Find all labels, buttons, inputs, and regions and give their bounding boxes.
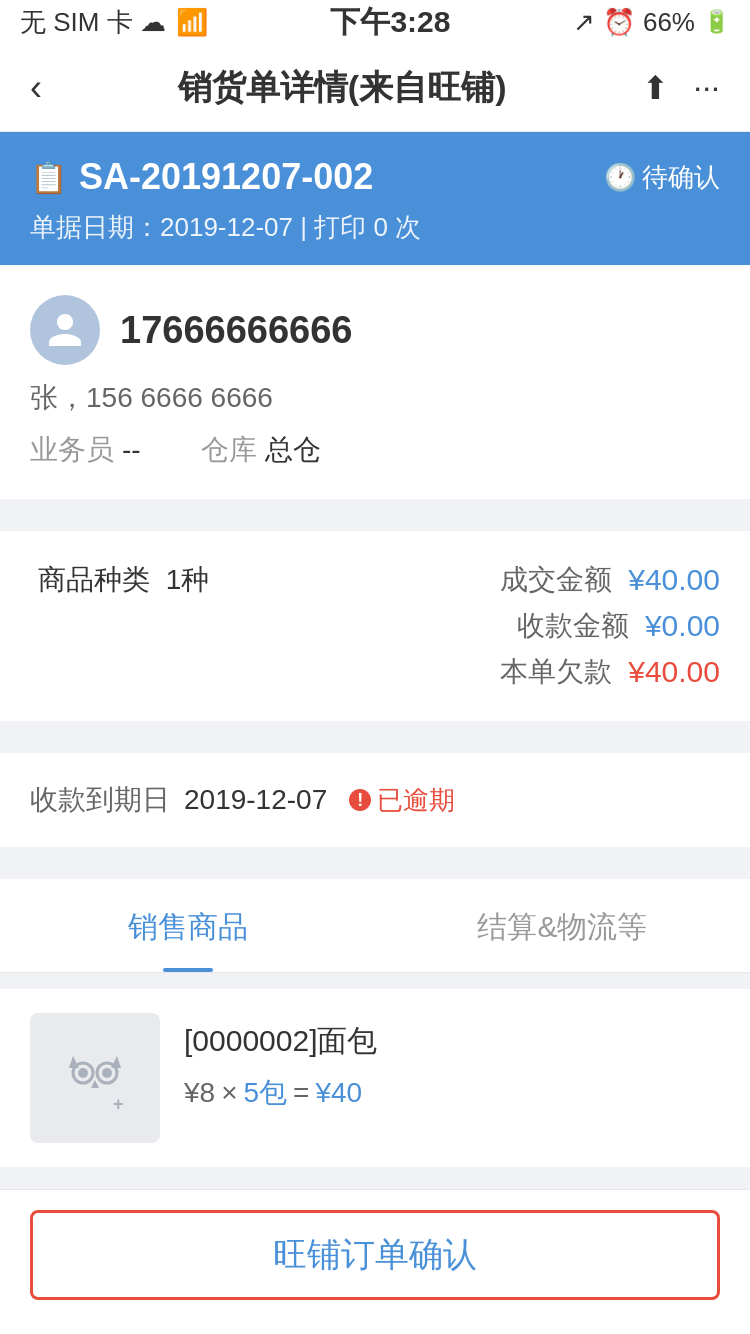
location-icon: ↗ — [573, 7, 595, 38]
order-icon: 📋 — [30, 160, 67, 195]
tabs-bar: 销售商品 结算&物流等 — [0, 879, 750, 973]
back-button[interactable]: ‹ — [30, 67, 42, 109]
nav-actions: ⬆ ··· — [642, 69, 720, 107]
transaction-row: 成交金额 ¥40.00 — [500, 561, 720, 599]
svg-point-4 — [102, 1068, 112, 1078]
product-price: ¥8 — [184, 1077, 215, 1109]
balance-label: 本单欠款 — [500, 653, 612, 691]
overdue-text: 已逾期 — [377, 783, 455, 818]
avatar-icon — [45, 310, 85, 350]
transaction-label: 成交金额 — [500, 561, 612, 599]
order-print-info: | 打印 0 次 — [300, 212, 421, 242]
product-type-label: 商品种类 — [38, 564, 150, 595]
clock-icon: 🕐 — [604, 162, 636, 193]
battery-level: 66% — [643, 7, 695, 38]
product-image: + — [30, 1013, 160, 1143]
order-id-text: SA-20191207-002 — [79, 156, 373, 198]
warehouse-item: 仓库 总仓 — [201, 431, 321, 469]
tab-settlement[interactable]: 结算&物流等 — [375, 879, 750, 972]
bottom-bar: 旺铺订单确认 — [0, 1189, 750, 1334]
summary-right: 成交金额 ¥40.00 收款金额 ¥0.00 本单欠款 ¥40.00 — [500, 561, 720, 691]
customer-name: 张，156 6666 6666 — [30, 379, 720, 417]
confirm-order-label: 旺铺订单确认 — [273, 1232, 477, 1278]
product-name: [0000002]面包 — [184, 1021, 720, 1062]
order-banner: 📋 SA-20191207-002 🕐 待确认 单据日期：2019-12-07 … — [0, 132, 750, 265]
more-button[interactable]: ··· — [693, 69, 720, 106]
product-type-item: 商品种类 1种 — [30, 561, 209, 599]
customer-meta: 业务员 -- 仓库 总仓 — [30, 431, 720, 469]
divider-3 — [0, 863, 750, 879]
wifi-icon: 📶 — [176, 7, 208, 38]
product-logo-icon: + — [55, 1038, 135, 1118]
product-total: ¥40 — [315, 1077, 362, 1109]
warehouse-label: 仓库 — [201, 431, 257, 469]
customer-top: 17666666666 — [30, 295, 720, 365]
due-date-section: 收款到期日 2019-12-07 ! 已逾期 — [0, 753, 750, 847]
product-price-row: ¥8 × 5包 = ¥40 — [184, 1074, 720, 1112]
payment-value: ¥0.00 — [645, 609, 720, 643]
customer-phone: 17666666666 — [120, 309, 352, 352]
product-item: + [0000002]面包 ¥8 × 5包 = ¥40 — [0, 989, 750, 1167]
battery-icon: 🔋 — [703, 9, 730, 35]
multiply-sign: × — [221, 1077, 237, 1109]
order-status-text: 待确认 — [642, 160, 720, 195]
summary-section: 商品种类 1种 成交金额 ¥40.00 收款金额 ¥0.00 本单欠款 ¥40.… — [0, 531, 750, 721]
avatar — [30, 295, 100, 365]
warehouse-value: 总仓 — [265, 431, 321, 469]
status-bar: 无 SIM 卡 ☁ 📶 下午3:28 ↗ ⏰ 66% 🔋 — [0, 0, 750, 44]
status-bar-left: 无 SIM 卡 ☁ 📶 — [20, 5, 208, 40]
product-qty: 5包 — [244, 1074, 288, 1112]
order-status: 🕐 待确认 — [604, 160, 720, 195]
product-info: [0000002]面包 ¥8 × 5包 = ¥40 — [184, 1013, 720, 1112]
tab-sales-products[interactable]: 销售商品 — [0, 879, 375, 972]
product-type-value: 1种 — [166, 564, 210, 595]
alarm-icon: ⏰ — [603, 7, 635, 38]
nav-bar: ‹ 销货单详情(来自旺铺) ⬆ ··· — [0, 44, 750, 132]
payment-label: 收款金额 — [517, 607, 629, 645]
due-date-label: 收款到期日 — [30, 781, 170, 819]
salesperson-value: -- — [122, 434, 141, 466]
svg-text:+: + — [113, 1094, 124, 1114]
salesperson-item: 业务员 -- — [30, 431, 141, 469]
balance-row: 本单欠款 ¥40.00 — [500, 653, 720, 691]
status-bar-right: ↗ ⏰ 66% 🔋 — [573, 7, 730, 38]
salesperson-label: 业务员 — [30, 431, 114, 469]
customer-section: 17666666666 张，156 6666 6666 业务员 -- 仓库 总仓 — [0, 265, 750, 499]
tab-settlement-label: 结算&物流等 — [477, 910, 647, 943]
summary-left: 商品种类 1种 — [30, 561, 209, 599]
svg-point-3 — [78, 1068, 88, 1078]
sim-status: 无 SIM 卡 ☁ — [20, 5, 166, 40]
equals-sign: = — [293, 1077, 309, 1109]
payment-row: 收款金额 ¥0.00 — [517, 607, 720, 645]
confirm-order-button[interactable]: 旺铺订单确认 — [30, 1210, 720, 1300]
overdue-icon: ! — [349, 789, 371, 811]
tab-sales-products-label: 销售商品 — [128, 910, 248, 943]
divider-2 — [0, 737, 750, 753]
order-id: 📋 SA-20191207-002 — [30, 156, 373, 198]
share-button[interactable]: ⬆ — [642, 69, 669, 107]
overdue-badge: ! 已逾期 — [349, 783, 455, 818]
order-date: 单据日期：2019-12-07 — [30, 212, 293, 242]
status-bar-time: 下午3:28 — [330, 2, 450, 43]
order-meta: 单据日期：2019-12-07 | 打印 0 次 — [30, 210, 720, 245]
divider-1 — [0, 515, 750, 531]
due-date-value: 2019-12-07 — [184, 784, 327, 816]
balance-value: ¥40.00 — [628, 655, 720, 689]
page-title: 销货单详情(来自旺铺) — [178, 65, 507, 111]
transaction-value: ¥40.00 — [628, 563, 720, 597]
